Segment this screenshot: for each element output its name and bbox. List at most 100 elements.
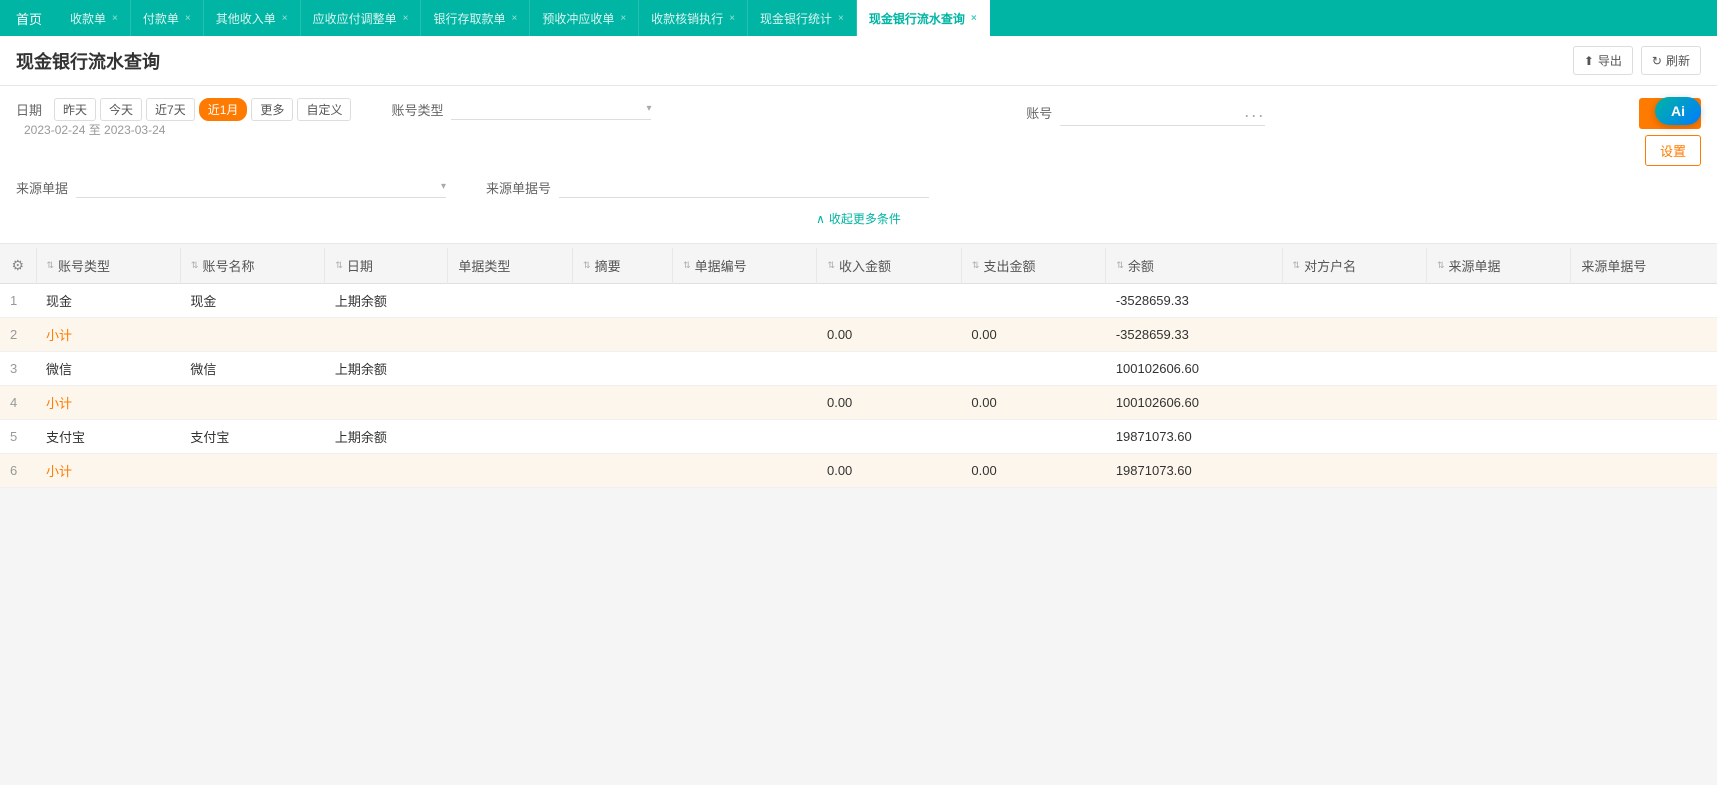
close-icon[interactable]: ×: [729, 13, 735, 24]
row-summary: [573, 420, 673, 454]
row-doc-no: [673, 420, 817, 454]
table-row: 5支付宝支付宝上期余额19871073.60: [0, 420, 1717, 454]
sort-icon: ⇅: [1116, 260, 1124, 271]
nav-tab-xianjinyinhang-liushui[interactable]: 现金银行流水查询 ×: [857, 0, 990, 36]
close-icon[interactable]: ×: [971, 13, 977, 24]
row-counterpart: [1282, 454, 1426, 488]
row-expense: 0.00: [961, 454, 1105, 488]
close-icon[interactable]: ×: [511, 13, 517, 24]
row-account-name: [180, 318, 324, 352]
row-doc-no: [673, 318, 817, 352]
close-icon[interactable]: ×: [838, 13, 844, 24]
row-account-type: 现金: [36, 284, 180, 318]
row-balance: 19871073.60: [1106, 420, 1282, 454]
nav-home[interactable]: 首页: [0, 0, 58, 36]
row-date: [325, 454, 448, 488]
account-type-label: 账号类型: [391, 100, 443, 119]
date-btn-yesterday[interactable]: 昨天: [54, 98, 96, 121]
row-doc-type: [448, 454, 573, 488]
close-icon[interactable]: ×: [112, 13, 118, 24]
date-btn-custom[interactable]: 自定义: [297, 98, 351, 121]
ai-badge[interactable]: Ai: [1655, 97, 1701, 125]
row-income: [817, 420, 961, 454]
row-expense: [961, 284, 1105, 318]
account-dots-button[interactable]: ...: [1244, 101, 1265, 122]
gear-icon[interactable]: ⚙: [11, 257, 24, 273]
row-account-name: [180, 454, 324, 488]
row-account-type: 小计: [36, 454, 180, 488]
col-expense: ⇅ 支出金额: [961, 248, 1105, 284]
row-balance: -3528659.33: [1106, 318, 1282, 352]
row-expense: 0.00: [961, 318, 1105, 352]
nav-tab-shoukuanhexiao[interactable]: 收款核销执行 ×: [639, 0, 748, 36]
row-income: 0.00: [817, 454, 961, 488]
nav-tab-yingshouyingfu[interactable]: 应收应付调整单 ×: [301, 0, 422, 36]
row-date: 上期余额: [325, 420, 448, 454]
row-summary: [573, 386, 673, 420]
source-doc-no-input[interactable]: [559, 179, 929, 194]
close-icon[interactable]: ×: [185, 13, 191, 24]
nav-tab-yushouchong[interactable]: 预收冲应收单 ×: [530, 0, 639, 36]
row-expense: 0.00: [961, 386, 1105, 420]
row-income: [817, 352, 961, 386]
sort-icon: ⇅: [583, 260, 591, 271]
row-account-type: 小计: [36, 318, 180, 352]
row-num: 4: [0, 386, 36, 420]
col-date: ⇅ 日期: [325, 248, 448, 284]
col-summary: ⇅ 摘要: [573, 248, 673, 284]
chevron-down-icon-2: ▾: [441, 181, 446, 192]
refresh-button[interactable]: ↻ 刷新: [1641, 46, 1701, 75]
row-account-type: 小计: [36, 386, 180, 420]
settings-button[interactable]: 设置: [1645, 135, 1701, 166]
row-summary: [573, 454, 673, 488]
row-income: 0.00: [817, 386, 961, 420]
filter-area: 日期 昨天 今天 近7天 近1月 更多 自定义 2023-02-24 至 202…: [0, 86, 1717, 244]
row-doc-no: [673, 454, 817, 488]
chevron-up-icon: ∧: [816, 212, 825, 226]
row-doc-type: [448, 420, 573, 454]
date-btn-1month[interactable]: 近1月: [199, 98, 248, 121]
close-icon[interactable]: ×: [403, 13, 409, 24]
col-settings: ⚙: [0, 248, 36, 284]
row-account-name: 微信: [180, 352, 324, 386]
data-table: ⚙ ⇅ 账号类型 ⇅ 账号名称 ⇅ 日: [0, 248, 1717, 488]
close-icon[interactable]: ×: [620, 13, 626, 24]
sort-icon: ⇅: [972, 260, 980, 271]
close-icon[interactable]: ×: [282, 13, 288, 24]
nav-tab-xianjinyinhang-tongji[interactable]: 现金银行统计 ×: [748, 0, 857, 36]
row-counterpart: [1282, 284, 1426, 318]
col-account-type: ⇅ 账号类型: [36, 248, 180, 284]
account-type-input[interactable]: [451, 101, 642, 116]
nav-tab-qitashouru[interactable]: 其他收入单 ×: [204, 0, 301, 36]
source-doc-input[interactable]: [76, 179, 437, 194]
row-source-doc: [1426, 420, 1570, 454]
row-doc-type: [448, 318, 573, 352]
row-account-name: [180, 386, 324, 420]
col-doc-type: 单据类型: [448, 248, 573, 284]
row-account-name: 支付宝: [180, 420, 324, 454]
sort-icon: ⇅: [335, 260, 343, 271]
nav-tab-fukuandan[interactable]: 付款单 ×: [131, 0, 204, 36]
row-num: 5: [0, 420, 36, 454]
account-no-input[interactable]: [1060, 104, 1236, 119]
refresh-icon: ↻: [1652, 54, 1662, 68]
collapse-bar[interactable]: ∧ 收起更多条件: [16, 206, 1701, 231]
row-doc-type: [448, 386, 573, 420]
export-button[interactable]: ⬆ 导出: [1573, 46, 1633, 75]
nav-tab-yinhangcunqu[interactable]: 银行存取款单 ×: [421, 0, 530, 36]
date-btn-7days[interactable]: 近7天: [146, 98, 195, 121]
row-source-doc: [1426, 454, 1570, 488]
sort-icon: ⇅: [827, 260, 835, 271]
row-balance: 19871073.60: [1106, 454, 1282, 488]
col-source-doc-no: 来源单据号: [1571, 248, 1717, 284]
nav-tab-shoukuandan[interactable]: 收款单 ×: [58, 0, 131, 36]
date-btn-today[interactable]: 今天: [100, 98, 142, 121]
date-btn-more[interactable]: 更多: [251, 98, 293, 121]
row-summary: [573, 352, 673, 386]
col-counterpart: ⇅ 对方户名: [1282, 248, 1426, 284]
top-nav: 首页 收款单 × 付款单 × 其他收入单 × 应收应付调整单 × 银行存取款单 …: [0, 0, 1717, 36]
table-row: 2小计0.000.00-3528659.33: [0, 318, 1717, 352]
row-source-doc-no: [1571, 420, 1717, 454]
row-counterpart: [1282, 420, 1426, 454]
row-source-doc: [1426, 318, 1570, 352]
